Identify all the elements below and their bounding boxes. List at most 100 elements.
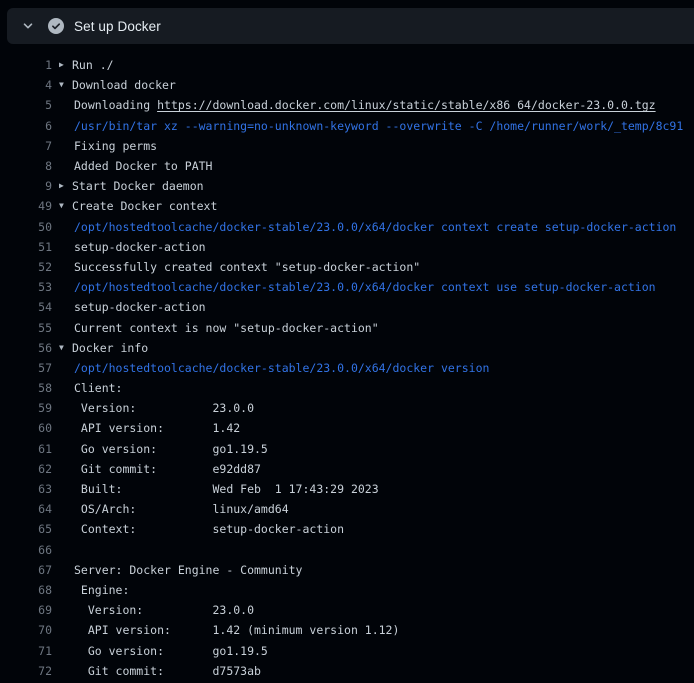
line-number[interactable]: 52 [0,260,52,274]
line-number[interactable]: 49 [0,199,52,213]
log-message: Go version: go1.19.5 [74,644,268,658]
log-text: Context: setup-docker-action [52,522,694,536]
log-text: Server: Docker Engine - Community [52,563,694,577]
line-number[interactable]: 55 [0,321,52,335]
triangle-down-icon: ▼ [59,344,72,352]
log-group-header[interactable]: ▶Start Docker daemon [52,179,694,193]
log-line: 63 Built: Wed Feb 1 17:43:29 2023 [0,479,694,499]
chevron-down-icon[interactable] [17,15,39,37]
line-number[interactable]: 71 [0,644,52,658]
log-line: 5Downloading https://download.docker.com… [0,95,694,115]
log-line: 51 setup-docker-action [0,237,694,257]
log-message: setup-docker-action [74,240,206,254]
log-link[interactable]: https://download.docker.com/linux/static… [157,98,656,112]
line-number[interactable]: 66 [0,543,52,557]
log-line: 7 Fixing perms [0,136,694,156]
log-line: 50/opt/hostedtoolcache/docker-stable/23.… [0,217,694,237]
log-line: 52 Successfully created context "setup-do… [0,257,694,277]
line-number[interactable]: 67 [0,563,52,577]
log-line: 70 API version: 1.42 (minimum version 1.… [0,620,694,640]
log-message: setup-docker-action [74,300,206,314]
line-number[interactable]: 72 [0,664,52,678]
log-text: Built: Wed Feb 1 17:43:29 2023 [52,482,694,496]
log-line: 68 Engine: [0,580,694,600]
log-message: Git commit: e92dd87 [74,462,261,476]
log-text: Version: 23.0.0 [52,401,694,415]
check-circle-icon [48,18,64,34]
line-number[interactable]: 59 [0,401,52,415]
line-number[interactable]: 51 [0,240,52,254]
line-number[interactable]: 58 [0,381,52,395]
log-text: setup-docker-action [52,240,694,254]
line-number[interactable]: 1 [0,58,52,72]
log-command-text: /opt/hostedtoolcache/docker-stable/23.0.… [52,220,694,234]
log-text: Go version: go1.19.5 [52,644,694,658]
log-message: API version: 1.42 (minimum version 1.12) [74,623,399,637]
log-command-text: /usr/bin/tar xz --warning=no-unknown-key… [52,119,694,133]
line-number[interactable]: 69 [0,603,52,617]
log-message: Fixing perms [74,139,157,153]
line-number[interactable]: 4 [0,78,52,92]
log-group-header[interactable]: ▼Create Docker context [52,199,694,213]
line-number[interactable]: 64 [0,502,52,516]
log-text: API version: 1.42 [52,421,694,435]
line-number[interactable]: 56 [0,341,52,355]
log-message: Client: [74,381,122,395]
log-text: Current context is now "setup-docker-act… [52,321,694,335]
log-line: 8Added Docker to PATH [0,156,694,176]
log-line: 55Current context is now "setup-docker-a… [0,317,694,337]
line-number[interactable]: 7 [0,139,52,153]
log-line: 65 Context: setup-docker-action [0,519,694,539]
log-message: Successfully created context "setup-dock… [74,260,420,274]
log-line: 62 Git commit: e92dd87 [0,459,694,479]
line-number[interactable]: 65 [0,522,52,536]
group-title: Run ./ [72,58,114,72]
log-command-text: /opt/hostedtoolcache/docker-stable/23.0.… [52,361,694,375]
line-number[interactable]: 62 [0,462,52,476]
line-number[interactable]: 9 [0,179,52,193]
triangle-right-icon: ▶ [59,61,72,69]
line-number[interactable]: 63 [0,482,52,496]
log-line: 71 Go version: go1.19.5 [0,640,694,660]
log-line: 56▼Docker info [0,338,694,358]
line-number[interactable]: 6 [0,119,52,133]
log-line: 58 Client: [0,378,694,398]
line-number[interactable]: 5 [0,98,52,112]
log-line: 57/opt/hostedtoolcache/docker-stable/23.… [0,358,694,378]
log-line: 6/usr/bin/tar xz --warning=no-unknown-ke… [0,116,694,136]
log-message: Engine: [74,583,129,597]
log-message: Server: Docker Engine - Community [74,563,302,577]
log-message: Version: 23.0.0 [74,603,254,617]
log-group-header[interactable]: ▼Download docker [52,78,694,92]
actions-log-viewer: Set up Docker 1▶Run ./4▼Download docker5… [0,0,694,683]
group-title: Start Docker daemon [72,179,204,193]
line-number[interactable]: 54 [0,300,52,314]
log-group-header[interactable]: ▶Run ./ [52,58,694,72]
triangle-down-icon: ▼ [59,202,72,210]
line-number[interactable]: 70 [0,623,52,637]
line-number[interactable]: 53 [0,280,52,294]
line-number[interactable]: 60 [0,421,52,435]
log-line: 4▼Download docker [0,75,694,95]
log-line: 61 Go version: go1.19.5 [0,439,694,459]
line-number[interactable]: 8 [0,159,52,173]
triangle-right-icon: ▶ [59,182,72,190]
line-number[interactable]: 61 [0,442,52,456]
line-number[interactable]: 57 [0,361,52,375]
log-lines: 1▶Run ./4▼Download docker5Downloading ht… [0,55,694,681]
log-group-header[interactable]: ▼Docker info [52,341,694,355]
log-text: setup-docker-action [52,300,694,314]
log-line: 53/opt/hostedtoolcache/docker-stable/23.… [0,277,694,297]
log-line: 1▶Run ./ [0,55,694,75]
step-header[interactable]: Set up Docker [7,8,694,44]
line-number[interactable]: 68 [0,583,52,597]
command-text: /opt/hostedtoolcache/docker-stable/23.0.… [74,280,656,294]
log-text: Successfully created context "setup-dock… [52,260,694,274]
log-text: Fixing perms [52,139,694,153]
log-message: Context: setup-docker-action [74,522,344,536]
log-line: 67 Server: Docker Engine - Community [0,560,694,580]
line-number[interactable]: 50 [0,220,52,234]
log-message: Version: 23.0.0 [74,401,254,415]
log-line: 66 [0,540,694,560]
log-line: 69 Version: 23.0.0 [0,600,694,620]
